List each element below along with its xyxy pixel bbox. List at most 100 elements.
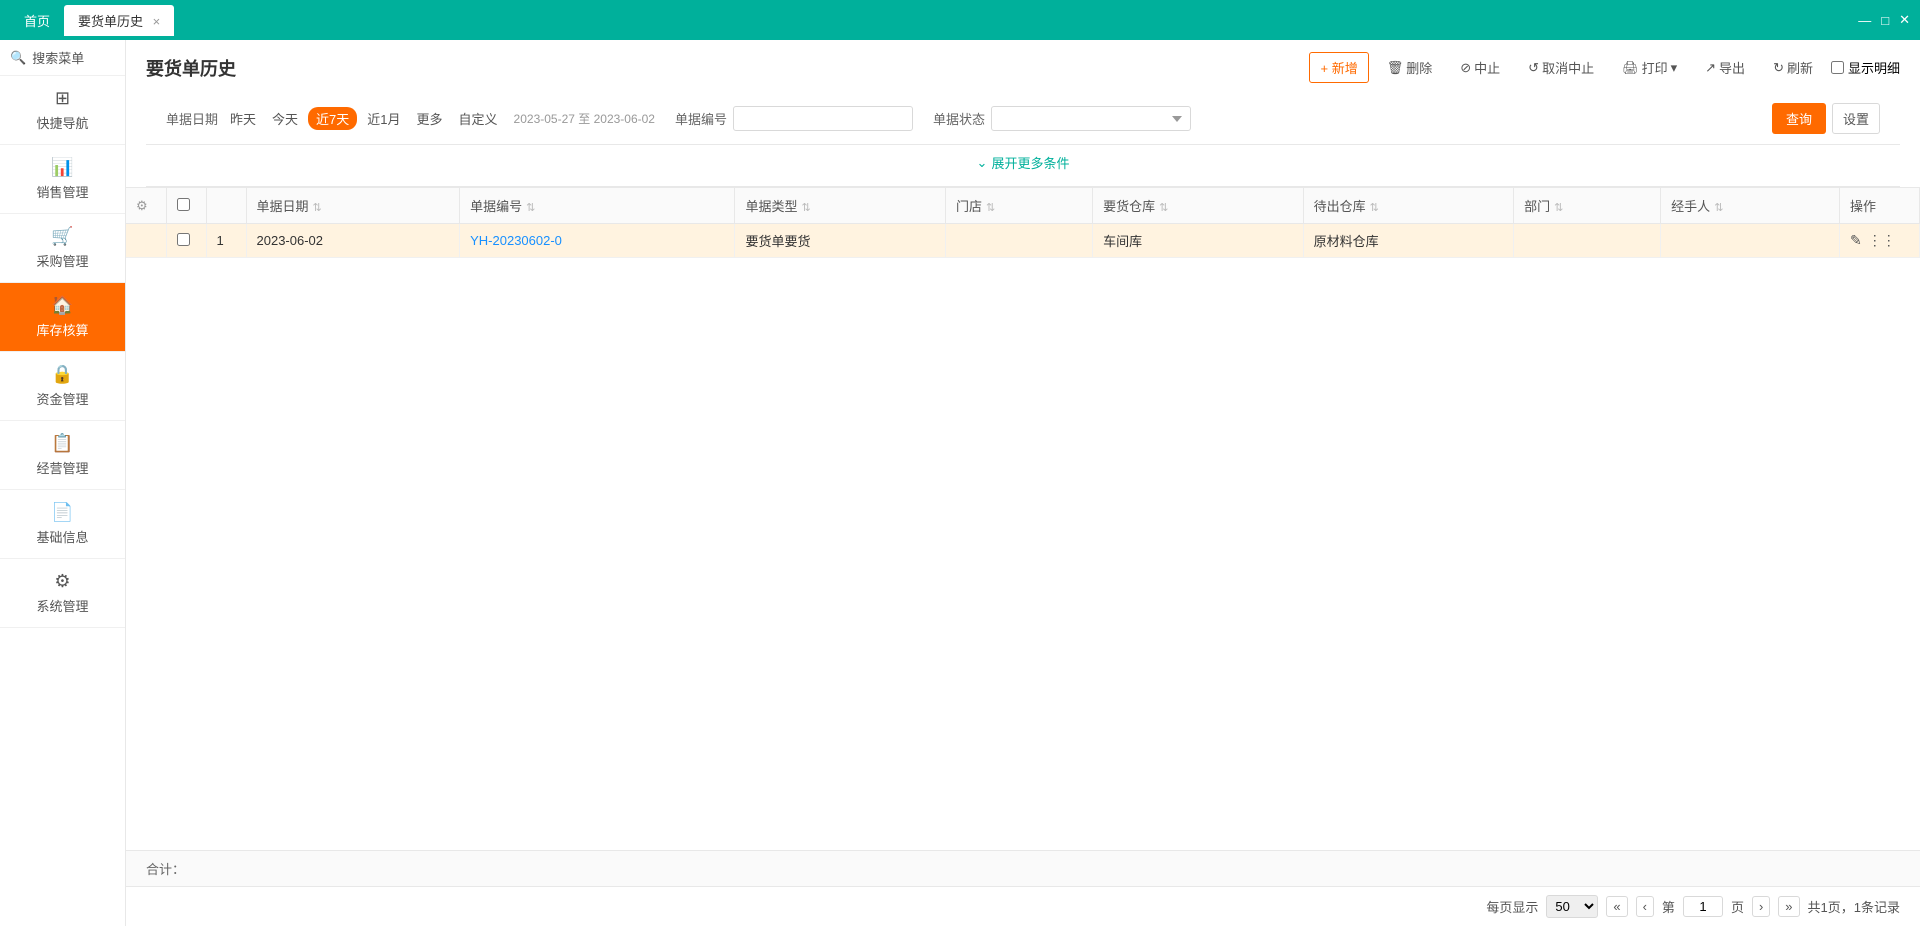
main-layout: 🔍 搜索菜单 ⊞ 快捷导航 📊 销售管理 🛒 采购管理 🏠 库存核算 🔒 资金管…	[0, 40, 1920, 926]
sidebar-item-system[interactable]: ⚙ 系统管理	[0, 559, 125, 628]
date-option-7days[interactable]: 近7天	[308, 107, 357, 130]
date-option-yesterday[interactable]: 昨天	[224, 107, 262, 130]
sidebar-item-purchase[interactable]: 🛒 采购管理	[0, 214, 125, 283]
content-area: 要货单历史 + 新增 🗑 删除 ⊘ 中止 ↺ 取消中止	[126, 40, 1920, 926]
more-actions-icon[interactable]: ⋮⋮	[1868, 232, 1896, 249]
refresh-icon: ↻	[1773, 60, 1784, 76]
display-detail-checkbox[interactable]	[1831, 61, 1844, 74]
expand-more-button[interactable]: ⌄ 展开更多条件	[969, 149, 1078, 176]
sidebar-item-label: 快捷导航	[36, 113, 88, 132]
prev-page-btn[interactable]: ‹	[1636, 896, 1654, 917]
doc-no-input[interactable]	[733, 106, 913, 131]
row-reqwarehouse-cell: 车间库	[1093, 224, 1304, 258]
dept-sort-icon[interactable]: ⇅	[1554, 202, 1563, 214]
cancel-stop-button[interactable]: ↺ 取消中止	[1518, 53, 1604, 82]
active-tab[interactable]: 要货单历史 ×	[64, 5, 174, 36]
doc-no-label: 单据编号	[675, 109, 727, 128]
top-bar: 首页 要货单历史 × — □ ✕	[0, 0, 1920, 40]
page-suffix: 页	[1731, 897, 1744, 916]
minimize-btn[interactable]: —	[1858, 13, 1871, 28]
date-option-custom[interactable]: 自定义	[453, 107, 504, 130]
sidebar-item-label: 资金管理	[36, 389, 88, 408]
col-store-header: 门店⇅	[946, 188, 1093, 224]
print-button[interactable]: 🖨 打印 ▾	[1612, 53, 1687, 82]
row-checkbox[interactable]	[177, 233, 190, 246]
date-range-text: 2023-05-27 至 2023-06-02	[514, 110, 655, 127]
row-pendwarehouse-cell: 原材料仓库	[1303, 224, 1514, 258]
export-button[interactable]: ↗ 导出	[1695, 53, 1755, 82]
delete-button[interactable]: 🗑 删除	[1377, 53, 1443, 82]
sidebar-item-sales[interactable]: 📊 销售管理	[0, 145, 125, 214]
sidebar-item-basic[interactable]: 📄 基础信息	[0, 490, 125, 559]
table-settings-icon[interactable]: ⚙	[136, 198, 148, 213]
active-tab-label: 要货单历史	[78, 14, 143, 29]
status-filter-group: 单据状态	[933, 106, 1191, 131]
status-select[interactable]	[991, 106, 1191, 131]
display-detail-checkbox-label[interactable]: 显示明细	[1831, 58, 1900, 77]
sidebar-item-operations[interactable]: 📋 经营管理	[0, 421, 125, 490]
col-actions-header: 操作	[1840, 188, 1920, 224]
row-date-cell: 2023-06-02	[246, 224, 460, 258]
row-checkbox-cell	[166, 224, 206, 258]
print-dropdown-icon: ▾	[1671, 60, 1678, 76]
close-window-btn[interactable]: ✕	[1899, 12, 1910, 28]
print-icon: 🖨	[1622, 60, 1639, 76]
settings-button[interactable]: 设置	[1832, 103, 1880, 134]
home-tab[interactable]: 首页	[10, 5, 64, 36]
operations-icon: 📋	[51, 433, 73, 454]
col-handler-header: 经手人⇅	[1661, 188, 1840, 224]
col-doctype-header: 单据类型⇅	[735, 188, 946, 224]
col-docno-header: 单据编号⇅	[460, 188, 735, 224]
footer-bar: 合计：	[126, 850, 1920, 886]
system-icon: ⚙	[54, 571, 70, 592]
per-page-select[interactable]: 20 50 100 200	[1546, 895, 1598, 918]
sidebar-item-inventory[interactable]: 🏠 库存核算	[0, 283, 125, 352]
export-icon: ↗	[1705, 60, 1716, 76]
handler-sort-icon[interactable]: ⇅	[1714, 202, 1723, 214]
docno-sort-icon[interactable]: ⇅	[526, 202, 535, 214]
store-sort-icon[interactable]: ⇅	[986, 202, 995, 214]
sidebar-item-label: 采购管理	[36, 251, 88, 270]
page-title: 要货单历史	[146, 55, 236, 81]
next-page-btn[interactable]: ›	[1752, 896, 1770, 917]
sidebar-item-label: 销售管理	[36, 182, 88, 201]
date-option-more[interactable]: 更多	[411, 107, 449, 130]
doctype-sort-icon[interactable]: ⇅	[802, 202, 811, 214]
row-docno-cell[interactable]: YH-20230602-0	[460, 224, 735, 258]
col-pendwarehouse-header: 待出仓库⇅	[1303, 188, 1514, 224]
doc-no-link[interactable]: YH-20230602-0	[470, 233, 562, 248]
select-all-checkbox[interactable]	[177, 198, 190, 211]
new-button[interactable]: + 新增	[1309, 52, 1368, 83]
page-number-input[interactable]	[1683, 896, 1723, 917]
table-area: ⚙ 单据日期⇅ 单据编号⇅ 单据类型⇅	[126, 188, 1920, 850]
date-filter-group: 单据日期 昨天 今天 近7天 近1月 更多 自定义 2023-05-27 至 2…	[166, 107, 655, 130]
query-button[interactable]: 查询	[1772, 103, 1826, 134]
maximize-btn[interactable]: □	[1881, 13, 1889, 28]
first-page-btn[interactable]: «	[1606, 896, 1627, 917]
last-page-btn[interactable]: »	[1778, 896, 1799, 917]
search-icon: 🔍	[10, 50, 26, 66]
edit-icon[interactable]: ✎	[1850, 232, 1862, 249]
stop-button[interactable]: ⊘ 中止	[1450, 53, 1510, 82]
col-dept-header: 部门⇅	[1514, 188, 1661, 224]
date-sort-icon[interactable]: ⇅	[313, 202, 322, 214]
date-options: 昨天 今天 近7天 近1月 更多 自定义	[224, 107, 504, 130]
date-filter-label: 单据日期	[166, 109, 218, 128]
delete-icon: 🗑	[1387, 60, 1404, 76]
sidebar-search-label: 搜索菜单	[32, 48, 84, 67]
close-tab-btn[interactable]: ×	[153, 14, 161, 29]
sidebar-item-finance[interactable]: 🔒 资金管理	[0, 352, 125, 421]
reqwarehouse-sort-icon[interactable]: ⇅	[1159, 202, 1168, 214]
page-header: 要货单历史 + 新增 🗑 删除 ⊘ 中止 ↺ 取消中止	[126, 40, 1920, 188]
data-table: ⚙ 单据日期⇅ 单据编号⇅ 单据类型⇅	[126, 188, 1920, 258]
cancel-stop-icon: ↺	[1528, 60, 1539, 76]
sidebar-search[interactable]: 🔍 搜索菜单	[0, 40, 125, 76]
date-option-1month[interactable]: 近1月	[361, 107, 406, 130]
pendwarehouse-sort-icon[interactable]: ⇅	[1370, 202, 1379, 214]
refresh-button[interactable]: ↻ 刷新	[1763, 53, 1823, 82]
pagination-bar: 每页显示 20 50 100 200 « ‹ 第 页 › » 共1页，1条记录	[126, 886, 1920, 926]
sidebar-item-label: 经营管理	[36, 458, 88, 477]
date-option-today[interactable]: 今天	[266, 107, 304, 130]
col-date-header: 单据日期⇅	[246, 188, 460, 224]
sidebar-item-quick-nav[interactable]: ⊞ 快捷导航	[0, 76, 125, 145]
